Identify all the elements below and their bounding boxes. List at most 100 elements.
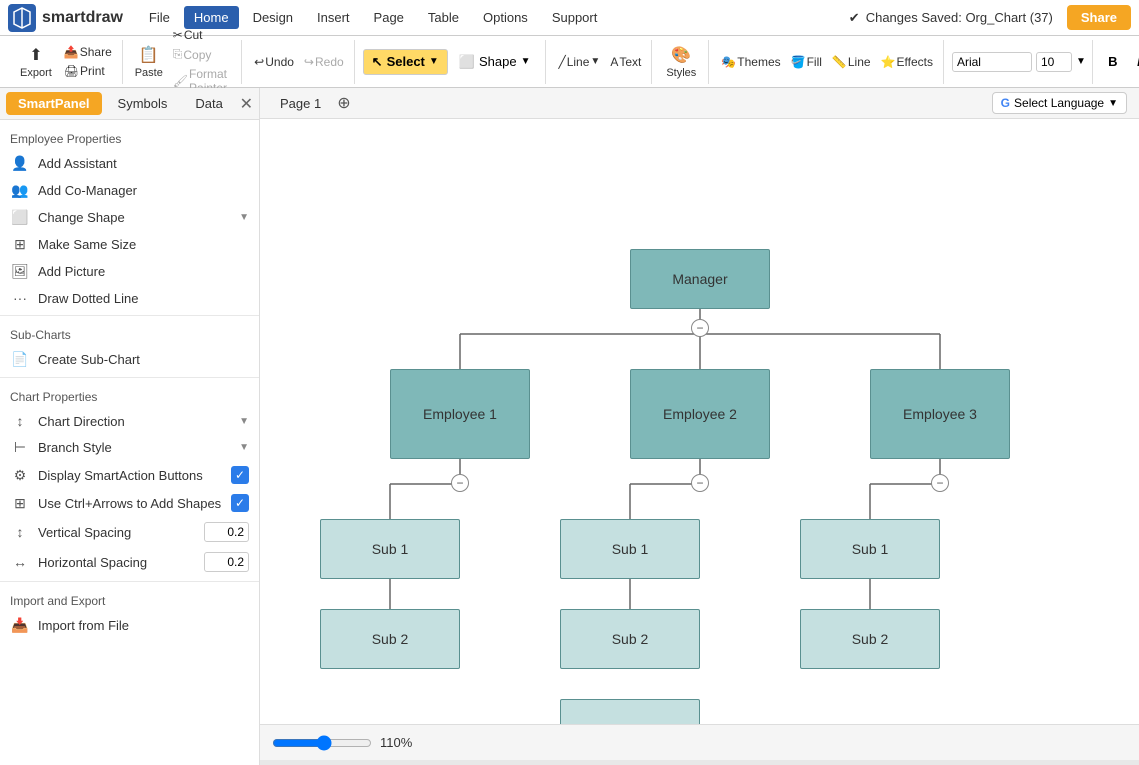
italic-button[interactable]: I [1127, 50, 1139, 74]
line2-icon: 📏 [832, 55, 847, 69]
language-select[interactable]: G Select Language ▼ [992, 92, 1127, 114]
ctrl-arrows-checkbox[interactable]: ✓ [231, 494, 249, 512]
employee2-node[interactable]: Employee 2 [630, 369, 770, 459]
sub1-2-node[interactable]: Sub 2 [320, 609, 460, 669]
employee-properties-title: Employee Properties [0, 124, 259, 150]
import-from-file-icon: 📥 [10, 617, 30, 634]
cut-button[interactable]: ✂ Cut [169, 26, 235, 44]
add-co-manager-icon: 👥 [10, 182, 30, 199]
employee1-collapse-circle[interactable]: − [451, 474, 469, 492]
menu-table[interactable]: Table [418, 6, 469, 29]
menu-support[interactable]: Support [542, 6, 608, 29]
text-format-group: B I U x₂ x² A ⋯ [1095, 40, 1139, 84]
app-logo: smartdraw [8, 4, 123, 32]
add-picture-item[interactable]: 🖼 Add Picture [0, 258, 259, 285]
menu-design[interactable]: Design [243, 6, 303, 29]
vertical-spacing-item: ↕ Vertical Spacing [0, 517, 259, 547]
main-layout: SmartPanel Symbols Data ✕ Employee Prope… [0, 88, 1139, 765]
display-smartaction-checkbox[interactable]: ✓ [231, 466, 249, 484]
paste-button[interactable]: 📋 Paste [131, 43, 167, 81]
zoom-label: 110% [380, 735, 412, 750]
add-co-manager-item[interactable]: 👥 Add Co-Manager [0, 177, 259, 204]
horizontal-spacing-item: ↔ Horizontal Spacing [0, 547, 259, 577]
tab-data[interactable]: Data [183, 92, 234, 115]
menu-insert[interactable]: Insert [307, 6, 360, 29]
sub3-1-node[interactable]: Sub 1 [800, 519, 940, 579]
import-from-file-item[interactable]: 📥 Import from File [0, 612, 259, 639]
panel-tabs: SmartPanel Symbols Data ✕ [0, 88, 259, 120]
add-page-button[interactable]: ⊕ [337, 93, 350, 113]
line2-button[interactable]: 📏 Line [828, 53, 875, 71]
styles-button[interactable]: 🎨 Styles [660, 43, 702, 81]
canvas-header: Page 1 ⊕ G Select Language ▼ [260, 88, 1139, 119]
text-button[interactable]: A Text [606, 53, 645, 71]
chart-properties-title: Chart Properties [0, 382, 259, 408]
horizontal-spacing-input[interactable] [204, 552, 249, 572]
font-name-input[interactable] [952, 52, 1032, 72]
theme-effects-group: 🎭 Themes 🪣 Fill 📏 Line ⭐ Effects [711, 40, 944, 84]
share-print-group: 📤 Share 🖨 Print [60, 43, 116, 80]
changes-saved: ✔ Changes Saved: Org_Chart (37) [849, 10, 1053, 26]
font-size-input[interactable] [1036, 52, 1072, 72]
bottom-bar: 110% [260, 724, 1139, 760]
fill-button[interactable]: 🪣 Fill [787, 53, 826, 71]
tab-smartpanel[interactable]: SmartPanel [6, 92, 102, 115]
draw-dotted-line-item[interactable]: ··· Draw Dotted Line [0, 285, 259, 311]
manager-node[interactable]: Manager [630, 249, 770, 309]
cursor-icon: ↖ [372, 54, 383, 70]
copy-button[interactable]: ⎘ Copy [169, 45, 235, 64]
print-button[interactable]: 🖨 Print [60, 62, 116, 80]
branch-style-item[interactable]: ⊢ Branch Style ▼ [0, 434, 259, 461]
employee3-collapse-circle[interactable]: − [931, 474, 949, 492]
effects-button[interactable]: ⭐ Effects [877, 53, 937, 71]
themes-button[interactable]: 🎭 Themes [717, 53, 784, 71]
themes-icon: 🎭 [721, 55, 736, 69]
employee3-node[interactable]: Employee 3 [870, 369, 1010, 459]
page-1-tab[interactable]: Page 1 [272, 93, 329, 114]
chart-direction-item[interactable]: ↕ Chart Direction ▼ [0, 408, 259, 434]
undo-button[interactable]: ↩ Undo [250, 53, 298, 71]
line-text-group: ╱ Line ▼ A Text [548, 40, 652, 84]
export-button[interactable]: ⬆ Export [14, 43, 58, 81]
employee2-collapse-circle[interactable]: − [691, 474, 709, 492]
tab-symbols[interactable]: Symbols [106, 92, 180, 115]
sub3-2-node[interactable]: Sub 2 [800, 609, 940, 669]
create-sub-chart-item[interactable]: 📄 Create Sub-Chart [0, 346, 259, 373]
sub1-1-node[interactable]: Sub 1 [320, 519, 460, 579]
branch-style-arrow-icon: ▼ [239, 442, 249, 453]
import-export-title: Import and Export [0, 586, 259, 612]
print-icon: 🖨 [64, 64, 79, 78]
canvas[interactable]: Manager − Employee 1 − Employee 2 − [260, 119, 1139, 760]
bold-button[interactable]: B [1101, 50, 1125, 74]
panel-close-button[interactable]: ✕ [240, 94, 253, 114]
share-button[interactable]: Share [1067, 5, 1131, 30]
sub2-1-node[interactable]: Sub 1 [560, 519, 700, 579]
select-button[interactable]: ↖ Select ▼ [363, 49, 448, 75]
line-button[interactable]: ╱ Line ▼ [554, 53, 604, 71]
zoom-slider[interactable] [272, 735, 372, 751]
export-icon: ⬆ [29, 45, 42, 65]
make-same-size-item[interactable]: ⊞ Make Same Size [0, 231, 259, 258]
change-shape-arrow-icon: ▼ [239, 212, 249, 223]
manager-collapse-circle[interactable]: − [691, 319, 709, 337]
menu-options[interactable]: Options [473, 6, 538, 29]
display-smartaction-icon: ⚙ [10, 467, 30, 484]
redo-button[interactable]: ↪ Redo [300, 53, 348, 71]
vertical-spacing-input[interactable] [204, 522, 249, 542]
select-dropdown-icon: ▼ [429, 56, 439, 67]
font-group: ▼ [946, 40, 1093, 84]
ctrl-arrows-item[interactable]: ⊞ Use Ctrl+Arrows to Add Shapes ✓ [0, 489, 259, 517]
smart-panel: SmartPanel Symbols Data ✕ Employee Prope… [0, 88, 260, 765]
employee1-node[interactable]: Employee 1 [390, 369, 530, 459]
shape-button[interactable]: ⬜ Shape ▼ [450, 49, 540, 75]
make-same-size-icon: ⊞ [10, 236, 30, 253]
font-size-dropdown-icon[interactable]: ▼ [1076, 56, 1086, 67]
menu-page[interactable]: Page [364, 6, 414, 29]
sub2-2-node[interactable]: Sub 2 [560, 609, 700, 669]
share-toolbar-button[interactable]: 📤 Share [60, 43, 116, 61]
divider-3 [0, 581, 259, 582]
add-assistant-item[interactable]: 👤 Add Assistant [0, 150, 259, 177]
change-shape-item[interactable]: ⬜ Change Shape ▼ [0, 204, 259, 231]
display-smartaction-item[interactable]: ⚙ Display SmartAction Buttons ✓ [0, 461, 259, 489]
add-picture-icon: 🖼 [10, 263, 30, 280]
